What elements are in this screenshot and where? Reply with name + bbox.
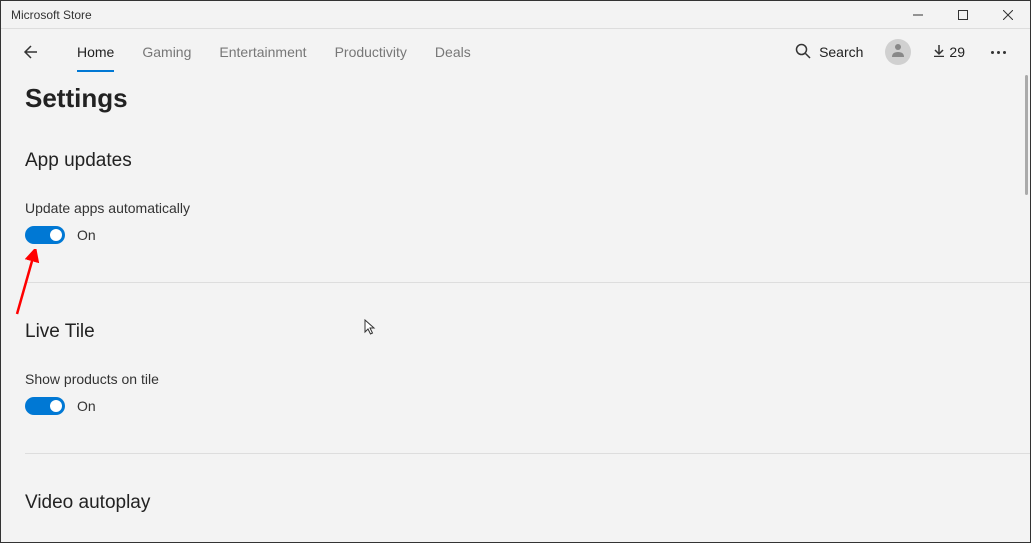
search-icon <box>795 43 811 62</box>
toggle-show-products[interactable] <box>25 397 65 415</box>
minimize-button[interactable] <box>895 1 940 28</box>
tab-productivity[interactable]: Productivity <box>335 32 407 72</box>
section-live-tile-title: Live Tile <box>25 321 1006 343</box>
setting-show-products-label: Show products on tile <box>25 371 1006 387</box>
section-divider <box>25 453 1030 454</box>
window-title: Microsoft Store <box>11 8 92 22</box>
close-button[interactable] <box>985 1 1030 28</box>
tab-home[interactable]: Home <box>77 32 114 72</box>
section-divider <box>25 282 1030 283</box>
scrollbar[interactable] <box>1025 75 1028 195</box>
more-button[interactable] <box>987 51 1010 54</box>
navbar-right: Search 29 <box>795 39 1010 65</box>
window-controls <box>895 1 1030 28</box>
toggle-row-show-products: On <box>25 397 1006 415</box>
tab-deals[interactable]: Deals <box>435 32 471 72</box>
nav-tabs: Home Gaming Entertainment Productivity D… <box>77 32 471 72</box>
maximize-button[interactable] <box>940 1 985 28</box>
navbar: Home Gaming Entertainment Productivity D… <box>1 29 1030 75</box>
toggle-update-apps[interactable] <box>25 226 65 244</box>
more-dot <box>1003 51 1006 54</box>
content-area: Settings App updates Update apps automat… <box>1 75 1030 542</box>
more-dot <box>991 51 994 54</box>
tab-entertainment[interactable]: Entertainment <box>219 32 306 72</box>
toggle-row-update-apps: On <box>25 226 1006 244</box>
search-button[interactable]: Search <box>795 43 863 62</box>
user-avatar[interactable] <box>885 39 911 65</box>
back-button[interactable] <box>21 44 37 60</box>
page-title: Settings <box>25 83 1006 114</box>
setting-update-apps-label: Update apps automatically <box>25 200 1006 216</box>
tab-gaming[interactable]: Gaming <box>142 32 191 72</box>
section-app-updates-title: App updates <box>25 150 1006 172</box>
more-dot <box>997 51 1000 54</box>
navbar-left: Home Gaming Entertainment Productivity D… <box>21 32 471 72</box>
toggle-update-apps-state: On <box>77 227 96 243</box>
downloads-button[interactable]: 29 <box>933 44 965 60</box>
titlebar: Microsoft Store <box>1 1 1030 29</box>
downloads-count: 29 <box>949 44 965 60</box>
toggle-show-products-state: On <box>77 398 96 414</box>
person-icon <box>890 42 906 63</box>
section-video-autoplay-title: Video autoplay <box>25 492 1006 514</box>
search-label: Search <box>819 44 863 60</box>
download-icon <box>933 44 945 60</box>
